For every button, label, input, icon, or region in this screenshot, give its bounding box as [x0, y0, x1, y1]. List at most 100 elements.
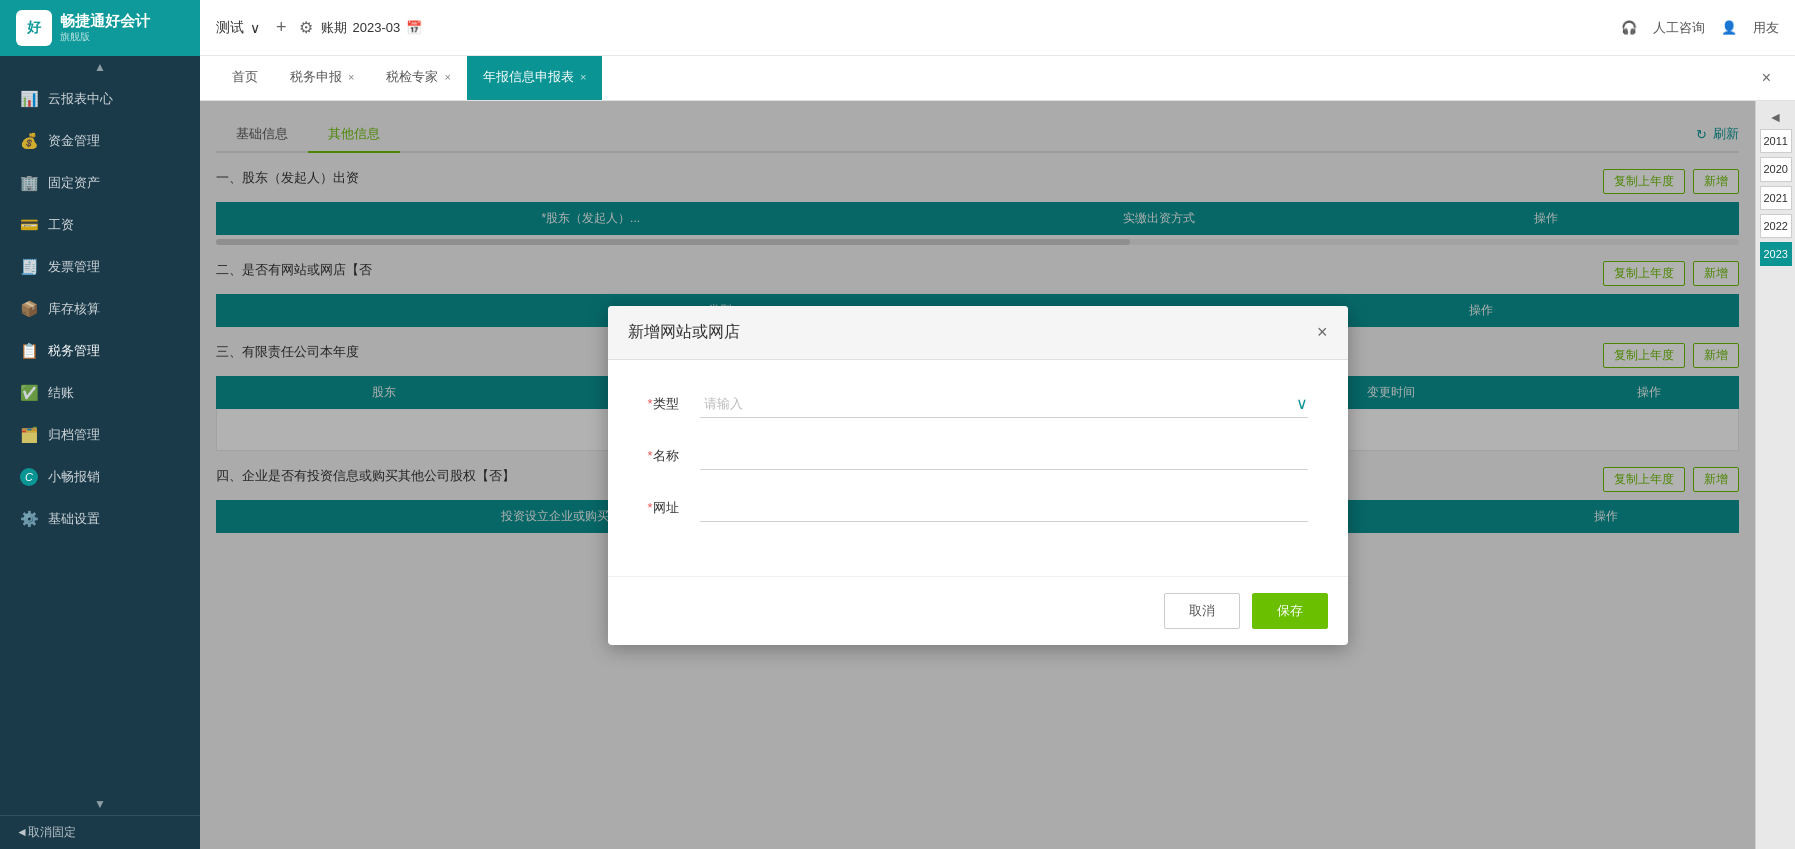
form-field-name: *名称 — [648, 442, 1308, 470]
period-display: 账期 2023-03 📅 — [321, 19, 423, 37]
dialog-overlay: 新增网站或网店 × *类型 ∨ — [200, 101, 1755, 849]
type-label-text: 类型 — [653, 396, 679, 411]
salary-icon: 💳 — [20, 216, 38, 234]
add-icon[interactable]: + — [276, 17, 287, 38]
cancel-button[interactable]: 取消 — [1164, 593, 1240, 629]
tab-annual-label: 年报信息申报表 — [483, 68, 574, 86]
main-area: 测试 ∨ + ⚙ 账期 2023-03 📅 🎧 人工咨询 👤 用友 首页 税务申… — [200, 0, 1795, 849]
year-tag-2022[interactable]: 2022 — [1760, 214, 1792, 238]
url-input[interactable] — [700, 494, 1308, 521]
type-input[interactable] — [700, 390, 1296, 417]
xiaochang-icon: C — [20, 468, 38, 486]
calendar-icon[interactable]: 📅 — [406, 20, 422, 35]
content-main: 基础信息 其他信息 ↻ 刷新 一、股东（发起人）出资 复制上年度 新增 — [200, 101, 1755, 849]
sidebar-item-label: 库存核算 — [48, 300, 100, 318]
fund-icon: 💰 — [20, 132, 38, 150]
tab-home[interactable]: 首页 — [216, 56, 274, 100]
logo-icon: 好 — [16, 10, 52, 46]
settings-icon: ⚙️ — [20, 510, 38, 528]
tax-icon: 📋 — [20, 342, 38, 360]
sidebar-item-label: 工资 — [48, 216, 74, 234]
dialog-footer: 取消 保存 — [608, 576, 1348, 645]
company-selector[interactable]: 测试 ∨ — [216, 19, 260, 37]
dialog-close-btn[interactable]: × — [1317, 322, 1328, 343]
close-main-icon[interactable]: × — [1754, 69, 1779, 87]
sidebar-logo: 好 畅捷通好会计 旗舰版 — [0, 0, 200, 56]
sidebar-item-fixed-assets[interactable]: 🏢 固定资产 — [0, 162, 200, 204]
form-field-type: *类型 ∨ — [648, 390, 1308, 418]
gear-icon[interactable]: ⚙ — [299, 18, 313, 37]
ai-consult-btn[interactable]: 人工咨询 — [1653, 19, 1705, 37]
save-button[interactable]: 保存 — [1252, 593, 1328, 629]
sidebar-item-label: 结账 — [48, 384, 74, 402]
logo-title: 畅捷通好会计 — [60, 12, 150, 30]
sidebar-item-label: 基础设置 — [48, 510, 100, 528]
company-name: 测试 — [216, 19, 244, 37]
url-label-text: 网址 — [653, 500, 679, 515]
tab-annual-report[interactable]: 年报信息申报表 × — [467, 56, 602, 100]
sidebar-item-fund-mgmt[interactable]: 💰 资金管理 — [0, 120, 200, 162]
sidebar-item-label: 固定资产 — [48, 174, 100, 192]
sidebar-item-archive[interactable]: 🗂️ 归档管理 — [0, 414, 200, 456]
tabs-bar: 首页 税务申报 × 税检专家 × 年报信息申报表 × × — [200, 56, 1795, 101]
period-label: 账期 — [321, 19, 347, 37]
year-tag-2011[interactable]: 2011 — [1760, 129, 1792, 153]
sidebar-item-settlement[interactable]: ✅ 结账 — [0, 372, 200, 414]
topbar-right: 🎧 人工咨询 👤 用友 — [1621, 19, 1779, 37]
tab-tax-label: 税务申报 — [290, 68, 342, 86]
sidebar: 好 畅捷通好会计 旗舰版 ▲ 📊 云报表中心 💰 资金管理 🏢 固定资产 💳 工… — [0, 0, 200, 849]
year-tag-2020[interactable]: 2020 — [1760, 157, 1792, 181]
sidebar-item-label: 云报表中心 — [48, 90, 113, 108]
tab-home-label: 首页 — [232, 68, 258, 86]
sidebar-unpin-btn[interactable]: ◄取消固定 — [0, 815, 200, 849]
year-tag-2021[interactable]: 2021 — [1760, 186, 1792, 210]
tab-tax-declaration[interactable]: 税务申报 × — [274, 56, 370, 100]
dialog-header: 新增网站或网店 × — [608, 306, 1348, 360]
assets-icon: 🏢 — [20, 174, 38, 192]
type-input-wrap: ∨ — [700, 390, 1308, 418]
sidebar-item-xiaochang[interactable]: C 小畅报销 — [0, 456, 200, 498]
sidebar-item-label: 归档管理 — [48, 426, 100, 444]
sidebar-item-inventory[interactable]: 📦 库存核算 — [0, 288, 200, 330]
dropdown-arrow-icon[interactable]: ∨ — [250, 20, 260, 36]
sidebar-item-label: 税务管理 — [48, 342, 100, 360]
sidebar-item-invoice[interactable]: 🧾 发票管理 — [0, 246, 200, 288]
add-website-dialog: 新增网站或网店 × *类型 ∨ — [608, 306, 1348, 645]
sidebar-item-basic-settings[interactable]: ⚙️ 基础设置 — [0, 498, 200, 540]
url-label: *网址 — [648, 499, 688, 517]
unpin-label: ◄取消固定 — [16, 824, 76, 841]
sidebar-nav: 📊 云报表中心 💰 资金管理 🏢 固定资产 💳 工资 🧾 发票管理 📦 库存核算… — [0, 78, 200, 793]
tab-annual-close-icon[interactable]: × — [580, 71, 586, 83]
name-input[interactable] — [700, 442, 1308, 469]
topbar-actions: + ⚙ — [276, 17, 313, 38]
name-input-wrap — [700, 442, 1308, 470]
topbar: 测试 ∨ + ⚙ 账期 2023-03 📅 🎧 人工咨询 👤 用友 — [200, 0, 1795, 56]
invoice-icon: 🧾 — [20, 258, 38, 276]
headphone-icon: 🎧 — [1621, 20, 1637, 35]
name-label: *名称 — [648, 447, 688, 465]
sidebar-item-label: 资金管理 — [48, 132, 100, 150]
dialog-body: *类型 ∨ *名称 — [608, 360, 1348, 576]
logo-text-wrap: 畅捷通好会计 旗舰版 — [60, 12, 150, 44]
form-field-url: *网址 — [648, 494, 1308, 522]
panel-collapse-icon[interactable]: ◄ — [1769, 109, 1783, 125]
content-area: 基础信息 其他信息 ↻ 刷新 一、股东（发起人）出资 复制上年度 新增 — [200, 101, 1795, 849]
right-panel: ◄ 2011 2020 2021 2022 2023 — [1755, 101, 1795, 849]
settlement-icon: ✅ — [20, 384, 38, 402]
sidebar-item-label: 发票管理 — [48, 258, 100, 276]
sidebar-item-cloud-report[interactable]: 📊 云报表中心 — [0, 78, 200, 120]
tab-tax-close-icon[interactable]: × — [348, 71, 354, 83]
sidebar-scroll-up[interactable]: ▲ — [0, 56, 200, 78]
user-avatar-icon: 👤 — [1721, 20, 1737, 35]
sidebar-item-label: 小畅报销 — [48, 468, 100, 486]
sidebar-item-salary[interactable]: 💳 工资 — [0, 204, 200, 246]
sidebar-item-tax[interactable]: 📋 税务管理 — [0, 330, 200, 372]
type-dropdown-icon[interactable]: ∨ — [1296, 394, 1308, 413]
year-tag-2023[interactable]: 2023 — [1760, 242, 1792, 266]
dialog-title: 新增网站或网店 — [628, 322, 740, 343]
sidebar-scroll-down[interactable]: ▼ — [0, 793, 200, 815]
user-name: 用友 — [1753, 19, 1779, 37]
tab-inspect-close-icon[interactable]: × — [444, 71, 450, 83]
period-value: 2023-03 — [353, 20, 401, 35]
tab-tax-inspection[interactable]: 税检专家 × — [370, 56, 466, 100]
